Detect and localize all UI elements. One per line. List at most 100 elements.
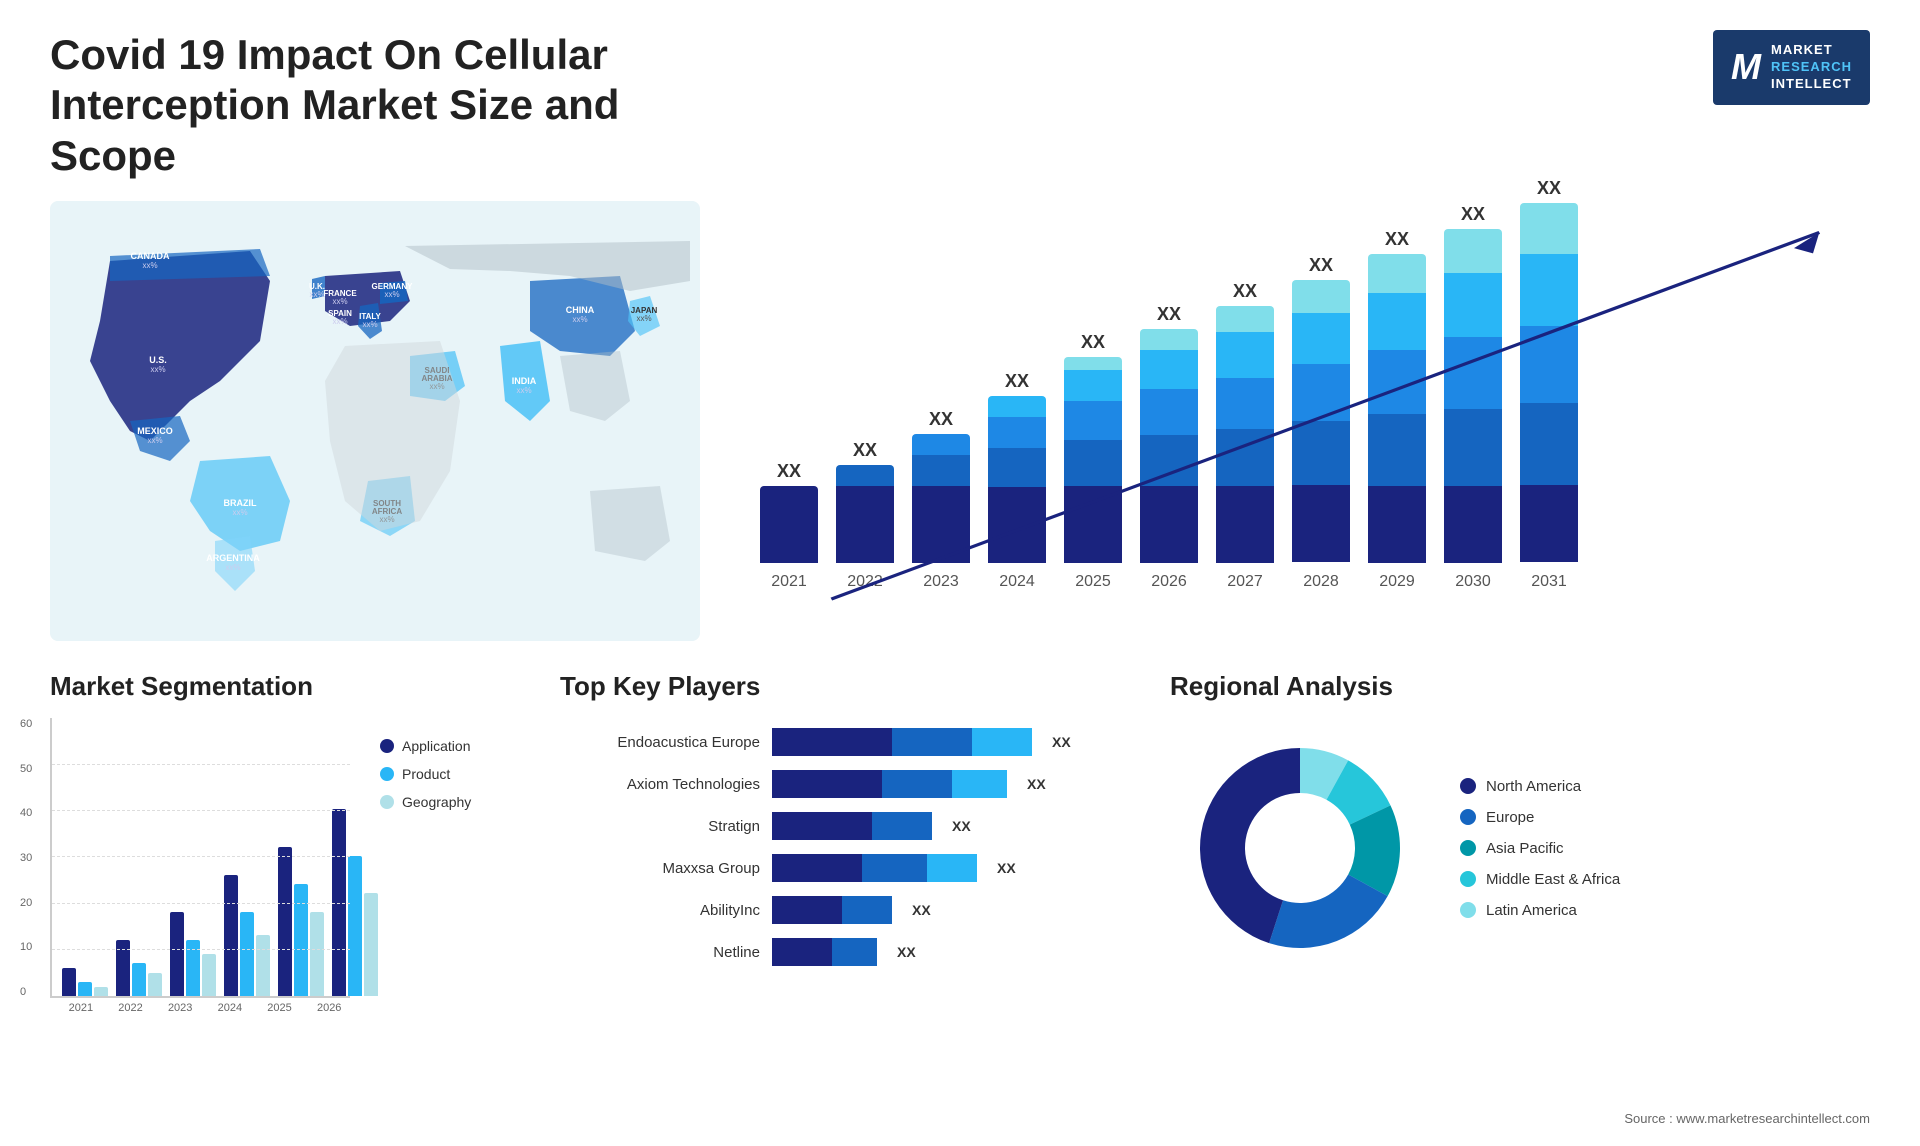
- bar-value-label: XX: [1461, 204, 1485, 225]
- donut-chart: [1170, 718, 1430, 978]
- legend-label: Application: [402, 738, 471, 754]
- legend-color-dot: [380, 767, 394, 781]
- regional-color-dot: [1460, 840, 1476, 856]
- seg-chart-area: 6050403020100 202120222023202420252026: [50, 718, 530, 1038]
- map-svg: CANADA xx% U.S. xx% MEXICO xx% BRAZIL xx…: [50, 201, 700, 641]
- player-row: Maxxsa GroupXX: [560, 854, 1140, 882]
- bar-value-label: XX: [1309, 255, 1333, 276]
- bar-column: XX 2025: [1064, 332, 1122, 591]
- player-bar-seg1: [772, 896, 842, 924]
- seg-legend-item: Application: [380, 738, 471, 754]
- player-name: Netline: [560, 944, 760, 961]
- bottom-section: Market Segmentation 6050403020100: [50, 671, 1870, 1111]
- bar-value-label: XX: [1385, 229, 1409, 250]
- player-bar-seg1: [772, 938, 832, 966]
- bar-year-label: 2031: [1531, 573, 1567, 591]
- player-bar-seg1: [772, 812, 872, 840]
- player-bar-seg2: [832, 938, 877, 966]
- legend-label: Geography: [402, 794, 471, 810]
- growth-chart: XX2021XX2022XX2023XX2024XX2025XX2026XX20…: [730, 201, 1870, 641]
- player-bar-xx-label: XX: [952, 818, 971, 834]
- players-title: Top Key Players: [560, 671, 1140, 702]
- world-map: CANADA xx% U.S. xx% MEXICO xx% BRAZIL xx…: [50, 201, 700, 641]
- page-container: Covid 19 Impact On Cellular Interception…: [0, 0, 1920, 1146]
- donut-area: North America Europe Asia Pacific Middle Ea…: [1170, 718, 1870, 978]
- bar-column: XX2027: [1216, 281, 1274, 591]
- seg-legend-item: Geography: [380, 794, 471, 810]
- seg-x-label: 2022: [110, 1002, 152, 1014]
- svg-text:CANADA: CANADA: [131, 251, 170, 261]
- seg-bar-chart: 6050403020100 202120222023202420252026: [50, 718, 350, 1038]
- logo-text: MARKETRESEARCHINTELLECT: [1771, 42, 1852, 93]
- bar-value-label: XX: [1005, 371, 1029, 392]
- player-bar-seg2: [892, 728, 972, 756]
- player-bar-seg2: [862, 854, 927, 882]
- player-name: AbilityInc: [560, 902, 760, 919]
- svg-text:xx%: xx%: [225, 563, 240, 572]
- regional-color-dot: [1460, 902, 1476, 918]
- player-bar-seg1: [772, 728, 892, 756]
- svg-text:xx%: xx%: [232, 508, 247, 517]
- header: Covid 19 Impact On Cellular Interception…: [50, 30, 1870, 181]
- svg-text:xx%: xx%: [309, 290, 324, 299]
- bar-column: XX 2031: [1520, 178, 1578, 591]
- regional-legend-item: Middle East & Africa: [1460, 871, 1620, 888]
- bar-value-label: XX: [1081, 332, 1105, 353]
- legend-label: Product: [402, 766, 450, 782]
- bar-year-label: 2021: [771, 573, 807, 591]
- bar-value-label: XX: [929, 409, 953, 430]
- player-row: Axiom Technologies XX: [560, 770, 1140, 798]
- segmentation-title: Market Segmentation: [50, 671, 530, 702]
- seg-bar-group: [278, 847, 324, 996]
- player-bar-xx-label: XX: [1027, 776, 1046, 792]
- regional-label: Latin America: [1486, 902, 1577, 919]
- regional-legend: North America Europe Asia Pacific Middle Ea…: [1460, 778, 1620, 919]
- svg-text:xx%: xx%: [142, 261, 157, 270]
- segmentation-section: Market Segmentation 6050403020100: [50, 671, 530, 1111]
- seg-y-labels: 6050403020100: [20, 718, 32, 998]
- bar-year-label: 2029: [1379, 573, 1415, 591]
- svg-text:xx%: xx%: [150, 365, 165, 374]
- player-bar-seg1: [772, 854, 862, 882]
- bar-year-label: 2025: [1075, 573, 1111, 591]
- regional-color-dot: [1460, 778, 1476, 794]
- bar-value-label: XX: [1537, 178, 1561, 199]
- regional-label: Middle East & Africa: [1486, 871, 1620, 888]
- bar-year-label: 2022: [847, 573, 883, 591]
- svg-text:ARGENTINA: ARGENTINA: [206, 553, 260, 563]
- svg-text:xx%: xx%: [636, 314, 651, 323]
- bar-column: XX2030: [1444, 204, 1502, 591]
- bar-year-label: 2024: [999, 573, 1035, 591]
- player-name: Stratign: [560, 818, 760, 835]
- seg-x-label: 2025: [259, 1002, 301, 1014]
- seg-x-label: 2026: [308, 1002, 350, 1014]
- seg-bar-group: [170, 912, 216, 996]
- players-list: Endoacustica EuropeXXAxiom TechnologiesX…: [560, 718, 1140, 966]
- regional-legend-item: Europe: [1460, 809, 1620, 826]
- logo-letter: M: [1731, 46, 1761, 88]
- bar-value-label: XX: [777, 461, 801, 482]
- regional-label: North America: [1486, 778, 1581, 795]
- player-bar-xx-label: XX: [997, 860, 1016, 876]
- player-name: Axiom Technologies: [560, 776, 760, 793]
- player-row: Endoacustica EuropeXX: [560, 728, 1140, 756]
- seg-x-label: 2021: [60, 1002, 102, 1014]
- svg-text:CHINA: CHINA: [566, 305, 595, 315]
- bar-value-label: XX: [1233, 281, 1257, 302]
- bar-value-label: XX: [1157, 304, 1181, 325]
- player-bar: [772, 728, 1032, 756]
- bar-column: XX 2024: [988, 371, 1046, 591]
- player-bar-seg2: [872, 812, 932, 840]
- player-row: Stratign XX: [560, 812, 1140, 840]
- bar-year-label: 2026: [1151, 573, 1187, 591]
- svg-text:xx%: xx%: [384, 290, 399, 299]
- bar-column: XX2022: [836, 440, 894, 591]
- seg-x-labels: 202120222023202420252026: [50, 1002, 350, 1014]
- bar-column: XX2028: [1292, 255, 1350, 591]
- svg-text:xx%: xx%: [572, 315, 587, 324]
- regional-label: Asia Pacific: [1486, 840, 1564, 857]
- player-bar-xx-label: XX: [897, 944, 916, 960]
- regional-color-dot: [1460, 871, 1476, 887]
- player-name: Endoacustica Europe: [560, 734, 760, 751]
- player-row: Netline XX: [560, 938, 1140, 966]
